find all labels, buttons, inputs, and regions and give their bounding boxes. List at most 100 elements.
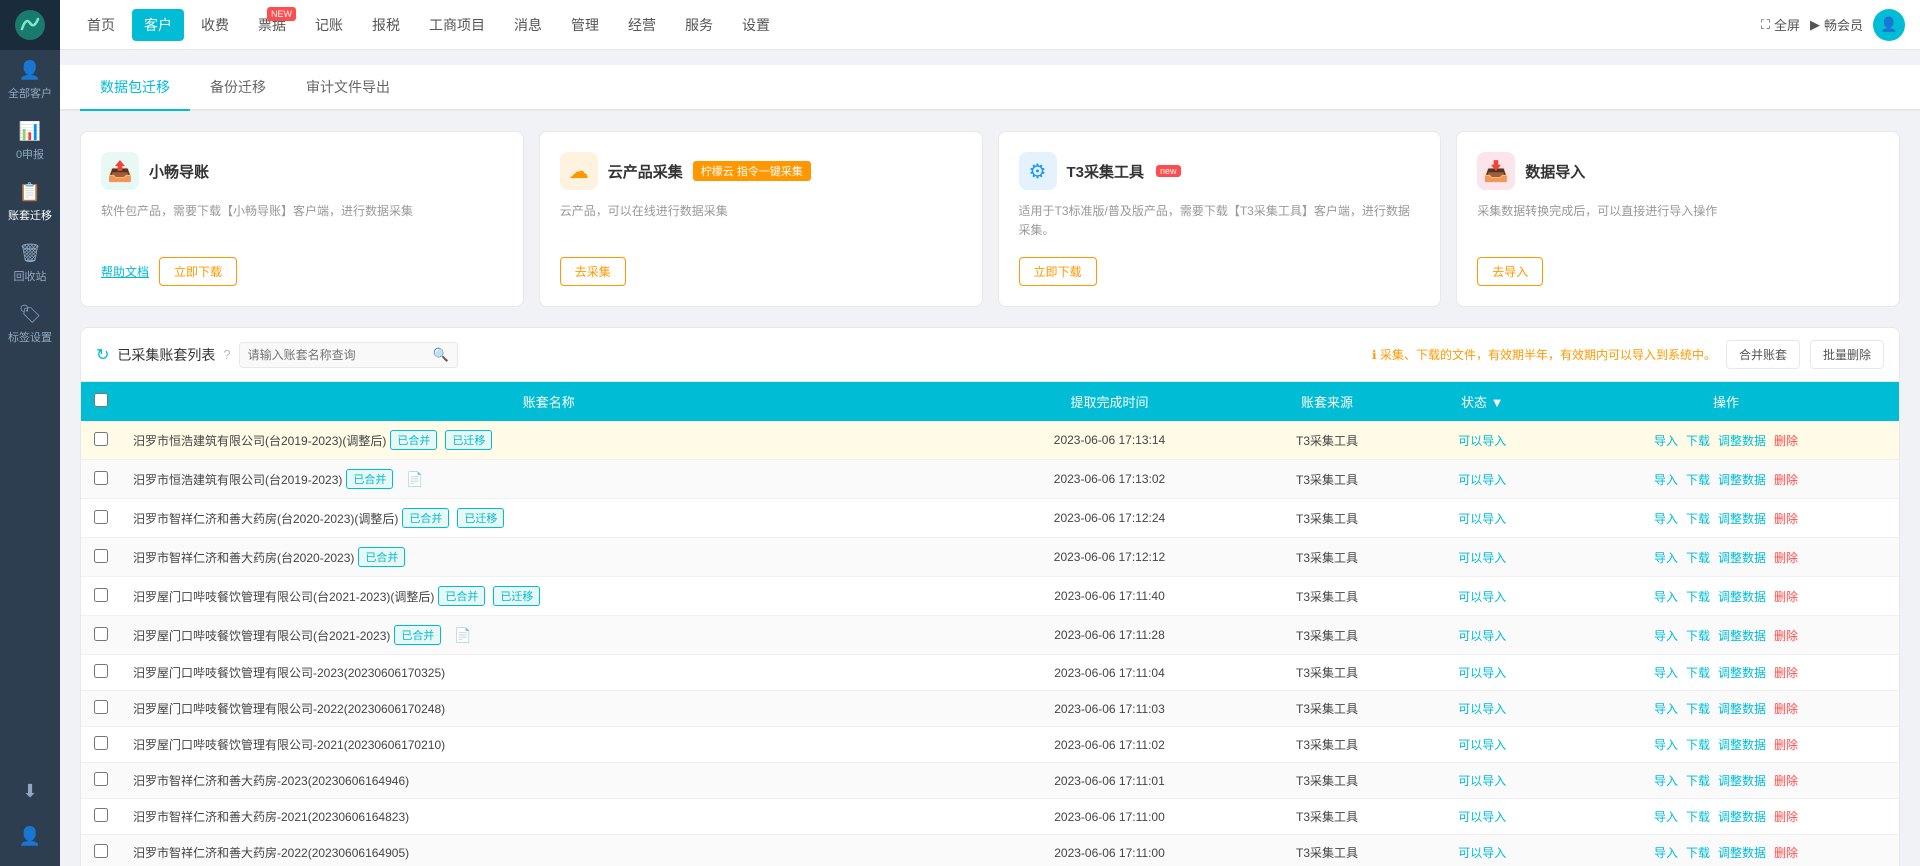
row-action-删除[interactable]: 删除 [1774,846,1798,860]
row-action-导入[interactable]: 导入 [1654,434,1678,448]
row-action-导入[interactable]: 导入 [1654,666,1678,680]
nav-settings[interactable]: 设置 [730,9,782,41]
row-action-下载[interactable]: 下载 [1686,810,1710,824]
row-action-导入[interactable]: 导入 [1654,473,1678,487]
row-action-下载[interactable]: 下载 [1686,846,1710,860]
fullscreen-btn[interactable]: ⛶ 全屏 [1761,15,1800,34]
row-action-删除[interactable]: 删除 [1774,666,1798,680]
tab-backup-migration[interactable]: 备份迁移 [190,65,286,111]
row-checkbox[interactable] [94,664,108,678]
row-action-导入[interactable]: 导入 [1654,846,1678,860]
row-action-删除[interactable]: 删除 [1774,810,1798,824]
row-action-调整数据[interactable]: 调整数据 [1718,666,1766,680]
row-action-调整数据[interactable]: 调整数据 [1718,846,1766,860]
row-action-删除[interactable]: 删除 [1774,774,1798,788]
row-action-导入[interactable]: 导入 [1654,512,1678,526]
nav-operations[interactable]: 经营 [616,9,668,41]
row-action-删除[interactable]: 删除 [1774,590,1798,604]
nav-service[interactable]: 服务 [673,9,725,41]
row-action-导入[interactable]: 导入 [1654,738,1678,752]
nav-management[interactable]: 管理 [559,9,611,41]
row-action-下载[interactable]: 下载 [1686,473,1710,487]
user-avatar[interactable]: 👤 [1873,9,1905,41]
row-action-调整数据[interactable]: 调整数据 [1718,473,1766,487]
row-checkbox[interactable] [94,588,108,602]
row-checkbox[interactable] [94,510,108,524]
row-action-删除[interactable]: 删除 [1774,512,1798,526]
row-action-调整数据[interactable]: 调整数据 [1718,702,1766,716]
nav-clients[interactable]: 客户 [132,9,184,41]
nav-accounting[interactable]: 记账 [303,9,355,41]
nav-billing[interactable]: 收费 [189,9,241,41]
row-action-删除[interactable]: 删除 [1774,702,1798,716]
row-action-下载[interactable]: 下载 [1686,774,1710,788]
row-action-下载[interactable]: 下载 [1686,590,1710,604]
help-icon[interactable]: ? [223,347,230,362]
row-action-调整数据[interactable]: 调整数据 [1718,434,1766,448]
row-checkbox[interactable] [94,432,108,446]
tab-data-migration[interactable]: 数据包迁移 [80,65,190,111]
download-t3-btn[interactable]: 立即下载 [1019,257,1097,286]
refresh-icon[interactable]: ↻ [96,345,109,365]
row-action-删除[interactable]: 删除 [1774,738,1798,752]
row-action-下载[interactable]: 下载 [1686,666,1710,680]
row-checkbox[interactable] [94,471,108,485]
search-icon[interactable]: 🔍 [433,347,449,363]
sidebar-item-all-clients[interactable]: 👤 全部客户 [0,50,60,111]
row-action-调整数据[interactable]: 调整数据 [1718,810,1766,824]
row-action-调整数据[interactable]: 调整数据 [1718,629,1766,643]
nav-invoice[interactable]: 票据 NEW [246,9,298,41]
row-action-下载[interactable]: 下载 [1686,551,1710,565]
row-checkbox[interactable] [94,772,108,786]
row-action-删除[interactable]: 删除 [1774,551,1798,565]
row-action-删除[interactable]: 删除 [1774,473,1798,487]
row-checkbox[interactable] [94,736,108,750]
app-logo[interactable] [0,0,60,50]
member-btn[interactable]: ▶ 畅会员 [1810,15,1863,34]
sidebar-item-recycle[interactable]: 🗑 回收站 [0,233,60,294]
row-action-调整数据[interactable]: 调整数据 [1718,551,1766,565]
nav-home[interactable]: 首页 [75,9,127,41]
search-input[interactable] [248,348,428,362]
row-checkbox[interactable] [94,627,108,641]
row-action-下载[interactable]: 下载 [1686,702,1710,716]
sidebar-settings-btn[interactable]: 👤 [0,816,60,856]
sidebar-download-btn[interactable]: ⬇ [0,771,60,811]
row-action-下载[interactable]: 下载 [1686,629,1710,643]
row-action-导入[interactable]: 导入 [1654,590,1678,604]
download-btn[interactable]: 立即下载 [159,257,237,286]
nav-business[interactable]: 工商项目 [417,9,497,41]
sidebar-item-tag-settings[interactable]: 🏷 标签设置 [0,294,60,355]
row-checkbox[interactable] [94,808,108,822]
sidebar-item-account-migration[interactable]: 📋 账套迁移 [0,172,60,233]
card-actions: 去导入 [1477,257,1879,286]
row-action-调整数据[interactable]: 调整数据 [1718,590,1766,604]
row-checkbox[interactable] [94,844,108,858]
row-action-调整数据[interactable]: 调整数据 [1718,774,1766,788]
row-action-导入[interactable]: 导入 [1654,702,1678,716]
collect-btn[interactable]: 去采集 [560,257,626,286]
row-action-导入[interactable]: 导入 [1654,774,1678,788]
row-action-导入[interactable]: 导入 [1654,629,1678,643]
row-checkbox[interactable] [94,700,108,714]
import-btn[interactable]: 去导入 [1477,257,1543,286]
sidebar-item-zero-report[interactable]: 📊 0申报 [0,111,60,172]
row-action-删除[interactable]: 删除 [1774,434,1798,448]
row-action-调整数据[interactable]: 调整数据 [1718,738,1766,752]
batch-delete-btn[interactable]: 批量删除 [1810,340,1884,369]
row-action-删除[interactable]: 删除 [1774,629,1798,643]
row-action-调整数据[interactable]: 调整数据 [1718,512,1766,526]
row-action-下载[interactable]: 下载 [1686,434,1710,448]
tab-audit-export[interactable]: 审计文件导出 [286,65,410,111]
row-action-下载[interactable]: 下载 [1686,738,1710,752]
row-action-导入[interactable]: 导入 [1654,551,1678,565]
help-doc-link[interactable]: 帮助文档 [101,263,149,280]
row-checkbox[interactable] [94,549,108,563]
row-action-下载[interactable]: 下载 [1686,512,1710,526]
row-action-导入[interactable]: 导入 [1654,810,1678,824]
col-status[interactable]: 状态 ▼ [1412,382,1553,421]
select-all-checkbox[interactable] [94,393,108,407]
merge-accounts-btn[interactable]: 合并账套 [1726,340,1800,369]
nav-tax[interactable]: 报税 [360,9,412,41]
nav-message[interactable]: 消息 [502,9,554,41]
